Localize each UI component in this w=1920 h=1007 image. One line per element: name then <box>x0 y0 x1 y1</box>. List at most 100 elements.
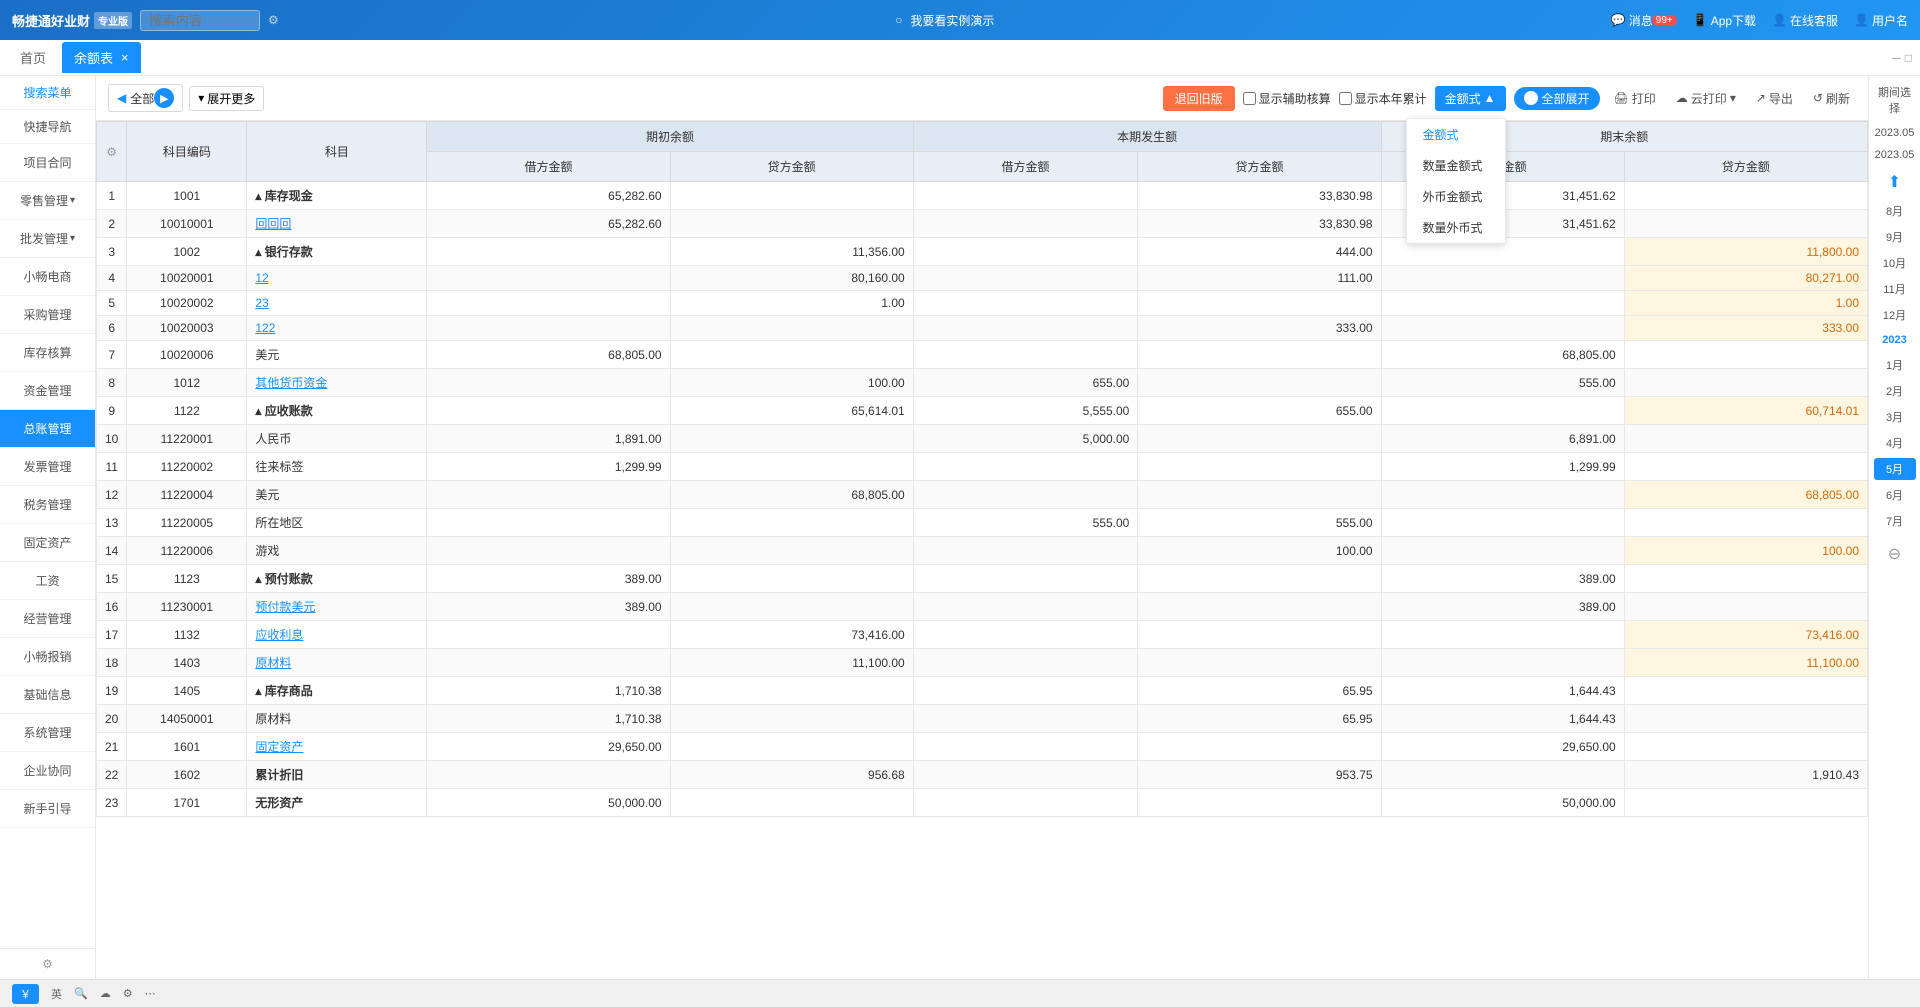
sidebar-item-operations[interactable]: 经营管理 <box>0 600 95 638</box>
search-box[interactable]: ◀ 全部 ▶ <box>108 84 183 112</box>
service-label: 在线客服 <box>1790 12 1838 29</box>
scroll-up-btn[interactable]: ⬆ <box>1888 172 1901 192</box>
mode-option-qty-foreign[interactable]: 数量外币式 <box>1407 212 1505 243</box>
cell-name[interactable]: 23 <box>247 291 427 316</box>
sidebar-item-tax[interactable]: 税务管理 <box>0 486 95 524</box>
month-6[interactable]: 6月 <box>1874 484 1916 506</box>
sidebar-item-ecommerce[interactable]: 小畅电商 <box>0 258 95 296</box>
show-ytd-label[interactable]: 显示本年累计 <box>1339 90 1427 107</box>
app-logo: 畅捷通好业财 专业版 <box>12 11 132 30</box>
mode-option-foreign-amount[interactable]: 外币金额式 <box>1407 181 1505 212</box>
cell-debit-close: 1,644.43 <box>1381 677 1624 705</box>
sidebar-settings[interactable]: ⚙ <box>0 948 95 979</box>
cell-credit-cur <box>1138 453 1381 481</box>
show-aux-label[interactable]: 显示辅助核算 <box>1243 90 1331 107</box>
cell-credit-cur: 655.00 <box>1138 397 1381 425</box>
cell-credit-cur <box>1138 291 1381 316</box>
sidebar-search[interactable]: 搜索菜单 <box>0 76 95 110</box>
user-avatar: 👤 <box>1854 13 1869 27</box>
sidebar-item-guide[interactable]: 新手引导 <box>0 790 95 828</box>
print-btn[interactable]: 🖨 打印 <box>1608 87 1662 110</box>
sidebar-item-purchase[interactable]: 采购管理 <box>0 296 95 334</box>
sidebar-item-project[interactable]: 项目合同 <box>0 144 95 182</box>
sidebar-item-basic[interactable]: 基础信息 <box>0 676 95 714</box>
month-4[interactable]: 4月 <box>1874 432 1916 454</box>
download-btn[interactable]: 📱 App下载 <box>1693 12 1756 29</box>
search-nav-btn[interactable]: ▶ <box>154 88 174 108</box>
status-settings-btn[interactable]: ⚙ <box>123 987 133 1000</box>
period-2023-05-top2[interactable]: 2023.05 <box>1874 146 1916 164</box>
mode-selector-btn[interactable]: 金额式 ▲ <box>1435 86 1506 111</box>
sidebar-item-wholesale[interactable]: 批发管理 ▾ <box>0 220 95 258</box>
cell-code: 1122 <box>127 397 247 425</box>
export-btn[interactable]: ↗ 导出 <box>1750 87 1799 110</box>
mode-option-amount[interactable]: 金额式 <box>1407 119 1505 150</box>
month-12[interactable]: 12月 <box>1874 304 1916 326</box>
mode-option-qty-amount[interactable]: 数量金额式 <box>1407 150 1505 181</box>
sidebar-item-payroll[interactable]: 工资 <box>0 562 95 600</box>
status-lang-btn[interactable]: 英 <box>51 986 62 1002</box>
year-2023-label[interactable]: 2023 <box>1882 334 1906 346</box>
return-old-version-btn[interactable]: 退回旧版 <box>1163 86 1235 111</box>
refresh-btn[interactable]: ↺ 刷新 <box>1807 87 1856 110</box>
cell-debit-cur <box>913 537 1138 565</box>
status-currency-btn[interactable]: ￥ <box>12 984 39 1004</box>
global-search-input[interactable] <box>140 10 260 31</box>
show-aux-checkbox[interactable] <box>1243 92 1256 105</box>
sidebar-item-system[interactable]: 系统管理 <box>0 714 95 752</box>
cell-name[interactable]: 12 <box>247 266 427 291</box>
month-7[interactable]: 7月 <box>1874 510 1916 532</box>
th-settings[interactable]: ⚙ <box>97 122 127 182</box>
sidebar-item-reports[interactable]: 小畅报销 <box>0 638 95 676</box>
period-2023-05-top1[interactable]: 2023.05 <box>1874 124 1916 142</box>
cell-name[interactable]: 其他货币资金 <box>247 369 427 397</box>
show-ytd-checkbox[interactable] <box>1339 92 1352 105</box>
collapse-panel-btn[interactable]: ⊖ <box>1888 544 1901 564</box>
tab-home[interactable]: 首页 <box>8 42 58 73</box>
month-8[interactable]: 8月 <box>1874 200 1916 222</box>
settings-icon[interactable]: ⚙ <box>268 13 279 27</box>
sidebar-item-retail[interactable]: 零售管理 ▾ <box>0 182 95 220</box>
column-settings-icon[interactable]: ⚙ <box>106 145 117 159</box>
sidebar-item-ledger[interactable]: 总账管理 <box>0 410 95 448</box>
cloud-print-btn[interactable]: ☁ 云打印 ▾ <box>1670 87 1742 110</box>
cell-name[interactable]: 原材料 <box>247 649 427 677</box>
cell-name[interactable]: 回回回 <box>247 210 427 238</box>
cell-credit-close: 1,910.43 <box>1624 761 1867 789</box>
message-btn[interactable]: 💬 消息 99+ <box>1611 12 1677 29</box>
month-10[interactable]: 10月 <box>1874 252 1916 274</box>
status-cloud-btn[interactable]: ☁ <box>100 987 111 1000</box>
month-11[interactable]: 11月 <box>1874 278 1916 300</box>
window-minimize-icon[interactable]: ─ <box>1892 51 1901 65</box>
status-search-btn[interactable]: 🔍 <box>74 987 88 1000</box>
month-5[interactable]: 5月 <box>1874 458 1916 480</box>
cell-debit-cur <box>913 677 1138 705</box>
cell-name[interactable]: 预付款美元 <box>247 593 427 621</box>
cell-name[interactable]: 122 <box>247 316 427 341</box>
sidebar-item-cooperation[interactable]: 企业协同 <box>0 752 95 790</box>
window-maximize-icon[interactable]: □ <box>1905 51 1912 65</box>
sidebar-quick-nav[interactable]: 快捷导航 <box>0 110 95 144</box>
table-row: 710020006美元68,805.0068,805.00 <box>97 341 1868 369</box>
service-btn[interactable]: 👤 在线客服 <box>1772 12 1838 29</box>
sidebar-item-inventory[interactable]: 库存核算 <box>0 334 95 372</box>
cell-credit-close: 1.00 <box>1624 291 1867 316</box>
sidebar-item-invoice[interactable]: 发票管理 <box>0 448 95 486</box>
cell-credit-cur <box>1138 733 1381 761</box>
expand-all-btn[interactable]: 全部展开 <box>1514 87 1600 110</box>
user-btn[interactable]: 👤 用户名 <box>1854 12 1908 29</box>
month-1[interactable]: 1月 <box>1874 354 1916 376</box>
sidebar-item-assets[interactable]: 固定资产 <box>0 524 95 562</box>
sidebar-item-capital[interactable]: 资金管理 <box>0 372 95 410</box>
tab-balance-sheet[interactable]: 余额表 × <box>62 42 141 73</box>
expand-btn[interactable]: ▾ 展开更多 <box>189 86 264 111</box>
cell-name[interactable]: 固定资产 <box>247 733 427 761</box>
status-more-btn[interactable]: ⋯ <box>145 987 156 1000</box>
month-3[interactable]: 3月 <box>1874 406 1916 428</box>
month-2[interactable]: 2月 <box>1874 380 1916 402</box>
demo-label[interactable]: 我要看实例演示 <box>910 12 994 29</box>
month-9[interactable]: 9月 <box>1874 226 1916 248</box>
cell-credit-open <box>670 509 913 537</box>
tab-close-icon[interactable]: × <box>121 50 129 65</box>
cell-name[interactable]: 应收利息 <box>247 621 427 649</box>
